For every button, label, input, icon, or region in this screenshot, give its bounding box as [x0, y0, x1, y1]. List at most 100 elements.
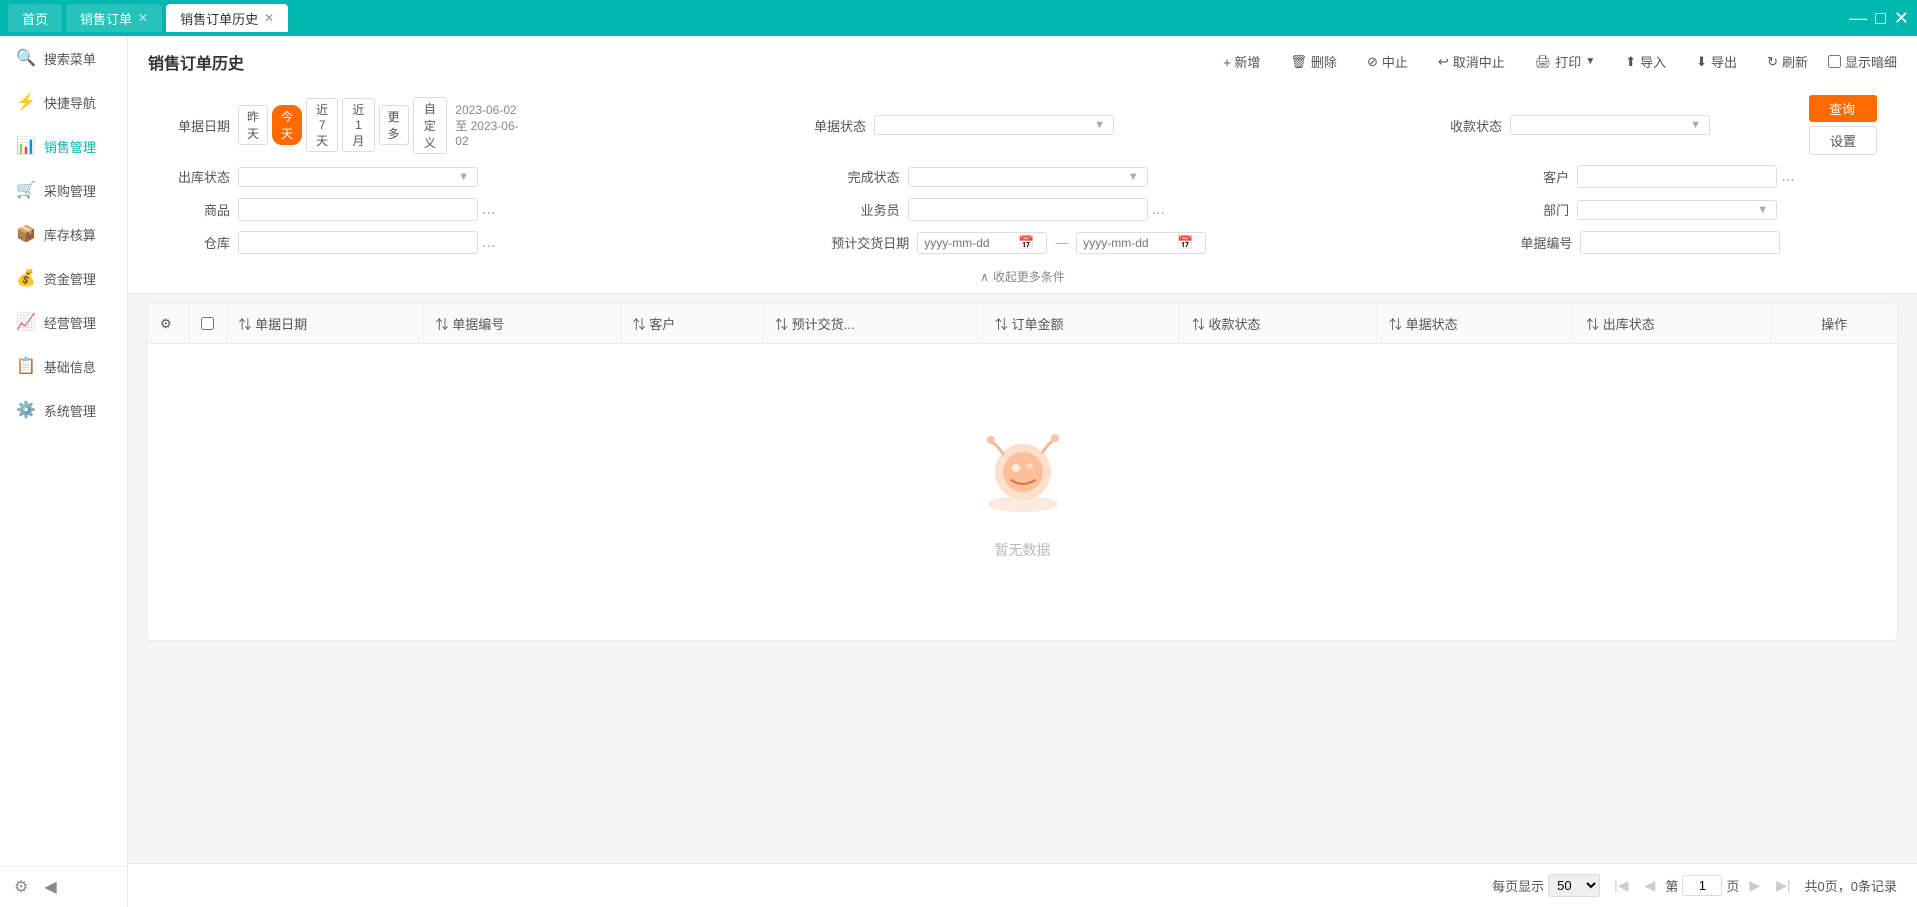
expected-date-start-input[interactable]: [924, 236, 1014, 250]
dept-select[interactable]: ▼: [1577, 200, 1777, 220]
product-field: ...: [238, 198, 538, 221]
per-page-dropdown[interactable]: 10 20 50 100: [1548, 874, 1600, 897]
per-page-label: 每页显示: [1492, 876, 1544, 895]
query-button[interactable]: 查询: [1809, 95, 1877, 122]
th-expected-delivery[interactable]: ⇅ 预计交货...: [763, 304, 983, 344]
minimize-icon[interactable]: —: [1849, 8, 1867, 29]
collapse-row[interactable]: ∧ 收起更多条件: [168, 264, 1877, 293]
th-date[interactable]: ⇅ 单据日期: [226, 304, 423, 344]
print-button[interactable]: 🖨 打印 ▼: [1525, 48, 1605, 75]
table-area: ⚙ ⇅ 单据日期 ⇅ 单据编号: [128, 294, 1917, 863]
maximize-icon[interactable]: □: [1875, 8, 1886, 29]
delete-icon: 🗑: [1290, 54, 1307, 70]
expected-date-start-wrap: 📅: [917, 232, 1047, 254]
calendar-start-icon[interactable]: 📅: [1018, 235, 1034, 251]
salesperson-dots-btn[interactable]: ...: [1148, 201, 1169, 219]
next-page-button[interactable]: ▶: [1743, 875, 1766, 896]
sidebar-item-sys-mgmt[interactable]: ⚙️ 系统管理: [0, 388, 127, 432]
date-btn-yesterday[interactable]: 昨天: [238, 105, 268, 145]
filter-row-1: 单据日期 昨天 今天 近7天 近1月 更多 自定义 2023-06-02 至 2…: [168, 95, 1877, 155]
collapse-label: 收起更多条件: [993, 268, 1065, 285]
date-btn-custom[interactable]: 自定义: [413, 97, 448, 154]
export-button[interactable]: ⬇ 导出: [1686, 48, 1747, 75]
order-no-input[interactable]: [1580, 231, 1780, 254]
sidebar-collapse-icon[interactable]: ◀: [44, 877, 56, 897]
order-no-label: 单据编号: [1510, 233, 1580, 252]
window-controls: — □ ✕: [1849, 8, 1909, 29]
date-btn-more[interactable]: 更多: [379, 105, 409, 145]
th-settings[interactable]: ⚙: [148, 304, 188, 344]
select-all-checkbox[interactable]: [201, 317, 214, 330]
import-button[interactable]: ⬆ 导入: [1615, 48, 1676, 75]
stop-icon: ⊘: [1367, 54, 1378, 70]
date-btn-today[interactable]: 今天: [272, 105, 302, 145]
empty-area: 暂无数据: [148, 344, 1897, 640]
settings-button[interactable]: 设置: [1809, 126, 1877, 155]
finance-icon: 💰: [16, 268, 36, 288]
order-status-field: ▼: [874, 115, 1157, 135]
th-order-status[interactable]: ⇅ 单据状态: [1377, 304, 1574, 344]
th-order-no[interactable]: ⇅ 单据编号: [423, 304, 620, 344]
product-dots-btn[interactable]: ...: [478, 201, 499, 219]
tab-sales-order[interactable]: 销售订单 ✕: [66, 4, 162, 32]
sidebar-bottom: ⚙ ◀: [0, 866, 127, 907]
page-size-select: 每页显示 10 20 50 100: [1492, 874, 1600, 897]
tab-home[interactable]: 首页: [8, 4, 62, 32]
sales-mgmt-icon: 📊: [16, 136, 36, 156]
tab-sales-order-history[interactable]: 销售订单历史 ✕: [166, 4, 288, 32]
date-btn-1month[interactable]: 近1月: [342, 98, 374, 152]
page-nav: |◀ ◀ 第 页 ▶ ▶|: [1608, 875, 1796, 896]
expected-date-end-input[interactable]: [1083, 236, 1173, 250]
add-button[interactable]: + 新增: [1213, 48, 1270, 75]
sidebar-item-search-menu[interactable]: 🔍 搜索菜单: [0, 36, 127, 80]
th-order-amount[interactable]: ⇅ 订单金额: [982, 304, 1179, 344]
date-filter-group: 昨天 今天 近7天 近1月 更多 自定义 2023-06-02 至 2023-0…: [238, 97, 521, 154]
receipt-status-select[interactable]: ▼: [1510, 115, 1710, 135]
warehouse-input[interactable]: [238, 231, 478, 254]
th-customer[interactable]: ⇅ 客户: [620, 304, 762, 344]
refresh-button[interactable]: ↻ 刷新: [1757, 48, 1818, 75]
settings-icon[interactable]: ⚙: [160, 316, 172, 331]
th-outbound-status[interactable]: ⇅ 出库状态: [1574, 304, 1771, 344]
customer-dots-btn[interactable]: ...: [1777, 168, 1798, 186]
display-cols-checkbox[interactable]: [1828, 55, 1841, 68]
salesperson-input[interactable]: [908, 198, 1148, 221]
outbound-status-field: ▼: [238, 167, 538, 187]
last-page-button[interactable]: ▶|: [1770, 875, 1796, 896]
sidebar-item-ops[interactable]: 📈 经营管理: [0, 300, 127, 344]
sidebar-item-purchase-mgmt[interactable]: 🛒 采购管理: [0, 168, 127, 212]
tab-close-sales-order-history[interactable]: ✕: [264, 11, 274, 25]
purchase-mgmt-icon: 🛒: [16, 180, 36, 200]
customer-input[interactable]: [1577, 165, 1777, 188]
receipt-status-field: ▼: [1510, 115, 1793, 135]
th-receipt-status[interactable]: ⇅ 收款状态: [1179, 304, 1376, 344]
sidebar-item-sales-mgmt[interactable]: 📊 销售管理: [0, 124, 127, 168]
product-input[interactable]: [238, 198, 478, 221]
salesperson-label: 业务员: [838, 200, 908, 219]
display-cols-control[interactable]: 显示暗细: [1828, 52, 1897, 71]
sidebar-item-inventory[interactable]: 📦 库存核算: [0, 212, 127, 256]
sidebar-item-finance[interactable]: 💰 资金管理: [0, 256, 127, 300]
close-window-icon[interactable]: ✕: [1894, 8, 1909, 29]
pagination-bar: 每页显示 10 20 50 100 |◀ ◀ 第 页 ▶ ▶| 共0页，0条记录: [128, 863, 1917, 907]
dept-arrow-icon: ▼: [1757, 204, 1768, 216]
complete-status-arrow-icon: ▼: [1128, 171, 1139, 183]
outbound-status-label: 出库状态: [168, 167, 238, 186]
complete-status-select[interactable]: ▼: [908, 167, 1148, 187]
delete-button[interactable]: 🗑 删除: [1280, 48, 1347, 75]
page-number-input[interactable]: [1682, 875, 1722, 896]
sidebar-settings-icon[interactable]: ⚙: [14, 877, 28, 897]
prev-page-button[interactable]: ◀: [1639, 875, 1662, 896]
sidebar-item-basic-info[interactable]: 📋 基础信息: [0, 344, 127, 388]
order-status-select[interactable]: ▼: [874, 115, 1114, 135]
outbound-status-select[interactable]: ▼: [238, 167, 478, 187]
tab-close-sales-order[interactable]: ✕: [138, 11, 148, 25]
stop-button[interactable]: ⊘ 中止: [1357, 48, 1418, 75]
date-btn-7days[interactable]: 近7天: [306, 98, 338, 152]
first-page-button[interactable]: |◀: [1608, 875, 1634, 896]
sidebar-item-quick-nav[interactable]: ⚡ 快捷导航: [0, 80, 127, 124]
cancel-stop-button[interactable]: ↩ 取消中止: [1428, 48, 1515, 75]
calendar-end-icon[interactable]: 📅: [1177, 235, 1193, 251]
warehouse-field: ...: [238, 231, 535, 254]
warehouse-dots-btn[interactable]: ...: [478, 234, 499, 252]
